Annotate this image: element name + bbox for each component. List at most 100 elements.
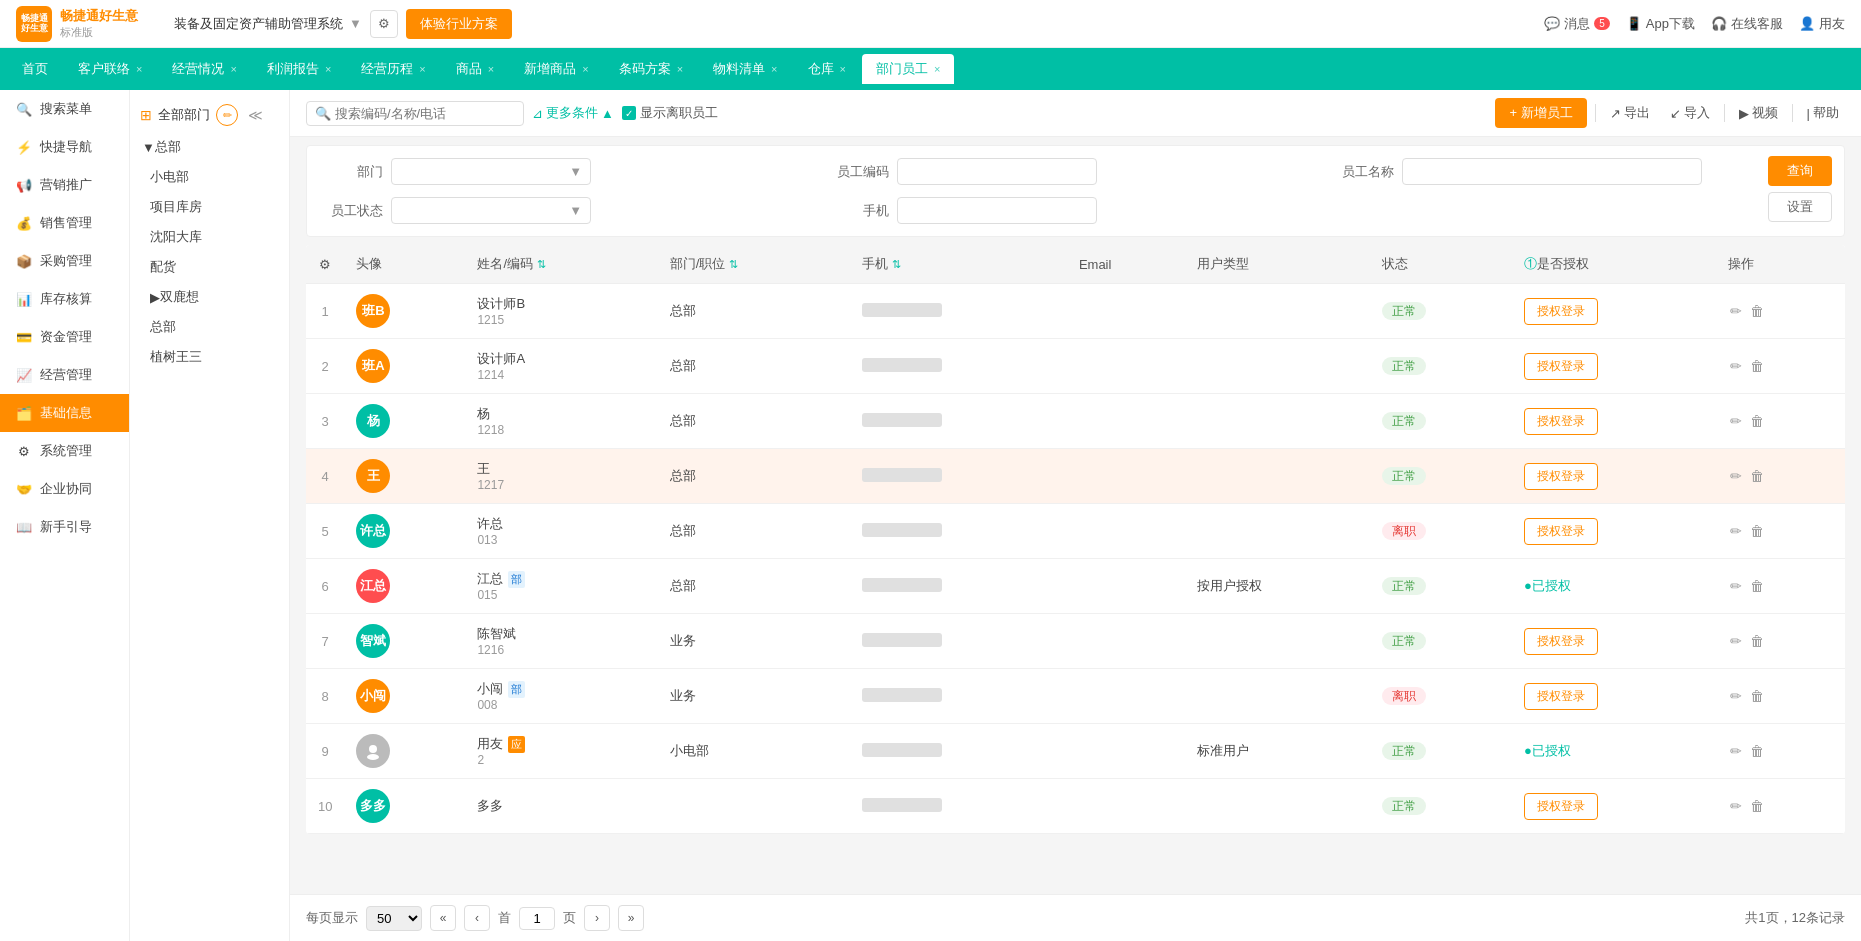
auth-login-button[interactable]: 授权登录: [1524, 408, 1598, 435]
sidebar-item-operations[interactable]: 📈 经营管理: [0, 356, 129, 394]
sort-dept-icon[interactable]: ⇅: [729, 258, 738, 270]
auth-login-button[interactable]: 授权登录: [1524, 463, 1598, 490]
employee-name-input[interactable]: [1402, 158, 1702, 185]
close-tab-employees[interactable]: ×: [934, 63, 940, 75]
close-tab-profit[interactable]: ×: [325, 63, 331, 75]
tab-material[interactable]: 物料清单×: [699, 54, 791, 84]
delete-icon[interactable]: 🗑: [1750, 303, 1764, 319]
mobile-input[interactable]: [897, 197, 1097, 224]
sort-name-icon[interactable]: ⇅: [537, 258, 546, 270]
close-tab-warehouse[interactable]: ×: [840, 63, 846, 75]
col-dept[interactable]: 部门/职位 ⇅: [658, 245, 850, 284]
edit-icon[interactable]: ✏: [1730, 743, 1742, 759]
dept-tree-item-xiaodian[interactable]: 小电部: [130, 162, 289, 192]
col-mobile[interactable]: 手机 ⇅: [850, 245, 1067, 284]
system-selector[interactable]: 装备及固定资产辅助管理系统 ▼: [158, 15, 362, 33]
show-resigned-toggle[interactable]: ✓ 显示离职员工: [622, 104, 718, 122]
dept-tree-item-project[interactable]: 项目库房: [130, 192, 289, 222]
delete-icon[interactable]: 🗑: [1750, 688, 1764, 704]
sidebar-item-purchase[interactable]: 📦 采购管理: [0, 242, 129, 280]
delete-icon[interactable]: 🗑: [1750, 578, 1764, 594]
user-menu-button[interactable]: 👤 用友: [1799, 15, 1845, 33]
sidebar-item-search[interactable]: 🔍 搜索菜单: [0, 90, 129, 128]
tab-home[interactable]: 首页: [8, 54, 62, 84]
col-name[interactable]: 姓名/编码 ⇅: [465, 245, 657, 284]
dept-tree-item-headquarters[interactable]: 总部: [130, 312, 289, 342]
sidebar-item-finance[interactable]: 💳 资金管理: [0, 318, 129, 356]
tab-customer[interactable]: 客户联络×: [64, 54, 156, 84]
filter-status-select[interactable]: ▼: [391, 197, 591, 224]
edit-icon[interactable]: ✏: [1730, 413, 1742, 429]
delete-icon[interactable]: 🗑: [1750, 358, 1764, 374]
edit-icon[interactable]: ✏: [1730, 303, 1742, 319]
delete-icon[interactable]: 🗑: [1750, 413, 1764, 429]
auth-login-button[interactable]: 授权登录: [1524, 793, 1598, 820]
import-button[interactable]: ↙ 导入: [1664, 100, 1716, 126]
close-tab-barcode[interactable]: ×: [677, 63, 683, 75]
tab-warehouse[interactable]: 仓库×: [794, 54, 860, 84]
page-size-select[interactable]: 50 100 200: [366, 906, 422, 931]
next-page-button[interactable]: ›: [584, 905, 610, 931]
delete-icon[interactable]: 🗑: [1750, 798, 1764, 814]
more-filter-button[interactable]: ⊿ 更多条件 ▲: [532, 104, 614, 122]
prev-page-button[interactable]: ‹: [464, 905, 490, 931]
auth-login-button[interactable]: 授权登录: [1524, 628, 1598, 655]
first-page-button[interactable]: «: [430, 905, 456, 931]
dept-tree-item-zhishu[interactable]: 植树王三: [130, 342, 289, 372]
sidebar-item-inventory[interactable]: 📊 库存核算: [0, 280, 129, 318]
tab-history[interactable]: 经营历程×: [347, 54, 439, 84]
sidebar-item-system[interactable]: ⚙ 系统管理: [0, 432, 129, 470]
sort-mobile-icon[interactable]: ⇅: [892, 258, 901, 270]
tab-operation[interactable]: 经营情况×: [158, 54, 250, 84]
close-tab-new-goods[interactable]: ×: [582, 63, 588, 75]
employee-code-input[interactable]: [897, 158, 1097, 185]
add-employee-button[interactable]: + 新增员工: [1495, 98, 1586, 128]
edit-icon[interactable]: ✏: [1730, 358, 1742, 374]
close-tab-operation[interactable]: ×: [230, 63, 236, 75]
sidebar-item-guide[interactable]: 📖 新手引导: [0, 508, 129, 546]
page-number-input[interactable]: [519, 907, 555, 930]
delete-icon[interactable]: 🗑: [1750, 743, 1764, 759]
sidebar-item-sales[interactable]: 💰 销售管理: [0, 204, 129, 242]
message-button[interactable]: 💬 消息 5: [1544, 15, 1610, 33]
dept-edit-button[interactable]: ✏: [216, 104, 238, 126]
edit-icon[interactable]: ✏: [1730, 578, 1742, 594]
auth-login-button[interactable]: 授权登录: [1524, 683, 1598, 710]
edit-icon[interactable]: ✏: [1730, 688, 1742, 704]
set-button[interactable]: 设置: [1768, 192, 1832, 222]
video-button[interactable]: ▶ 视频: [1733, 100, 1784, 126]
close-tab-customer[interactable]: ×: [136, 63, 142, 75]
sidebar-item-basic-info[interactable]: 🗂️ 基础信息: [0, 394, 129, 432]
query-button[interactable]: 查询: [1768, 156, 1832, 186]
app-download-button[interactable]: 📱 App下载: [1626, 15, 1695, 33]
delete-icon[interactable]: 🗑: [1750, 633, 1764, 649]
experience-button[interactable]: 体验行业方案: [406, 9, 512, 39]
sidebar-item-collab[interactable]: 🤝 企业协同: [0, 470, 129, 508]
search-input-wrap[interactable]: 🔍: [306, 101, 524, 126]
tab-profit[interactable]: 利润报告×: [253, 54, 345, 84]
sidebar-item-marketing[interactable]: 📢 营销推广: [0, 166, 129, 204]
delete-icon[interactable]: 🗑: [1750, 523, 1764, 539]
sidebar-item-quicknav[interactable]: ⚡ 快捷导航: [0, 128, 129, 166]
tab-new-goods[interactable]: 新增商品×: [510, 54, 602, 84]
tab-barcode[interactable]: 条码方案×: [605, 54, 697, 84]
dropdown-arrow-icon[interactable]: ▼: [349, 16, 362, 31]
export-button[interactable]: ↗ 导出: [1604, 100, 1656, 126]
close-tab-goods[interactable]: ×: [488, 63, 494, 75]
edit-icon[interactable]: ✏: [1730, 798, 1742, 814]
help-button[interactable]: | 帮助: [1801, 100, 1845, 126]
dept-collapse-button[interactable]: ≪: [244, 104, 266, 126]
show-resigned-checkbox[interactable]: ✓: [622, 106, 636, 120]
edit-icon[interactable]: ✏: [1730, 633, 1742, 649]
settings-gear-button[interactable]: ⚙: [370, 10, 398, 38]
auth-login-button[interactable]: 授权登录: [1524, 298, 1598, 325]
auth-login-button[interactable]: 授权登录: [1524, 353, 1598, 380]
close-tab-history[interactable]: ×: [419, 63, 425, 75]
delete-icon[interactable]: 🗑: [1750, 468, 1764, 484]
online-service-button[interactable]: 🎧 在线客服: [1711, 15, 1783, 33]
tab-employees[interactable]: 部门员工×: [862, 54, 954, 84]
auth-login-button[interactable]: 授权登录: [1524, 518, 1598, 545]
dept-tree-item-shenyang[interactable]: 沈阳大库: [130, 222, 289, 252]
dept-tree-item-peihe[interactable]: 配货: [130, 252, 289, 282]
dept-tree-item-shuanglu[interactable]: ▶ 双鹿想: [130, 282, 289, 312]
